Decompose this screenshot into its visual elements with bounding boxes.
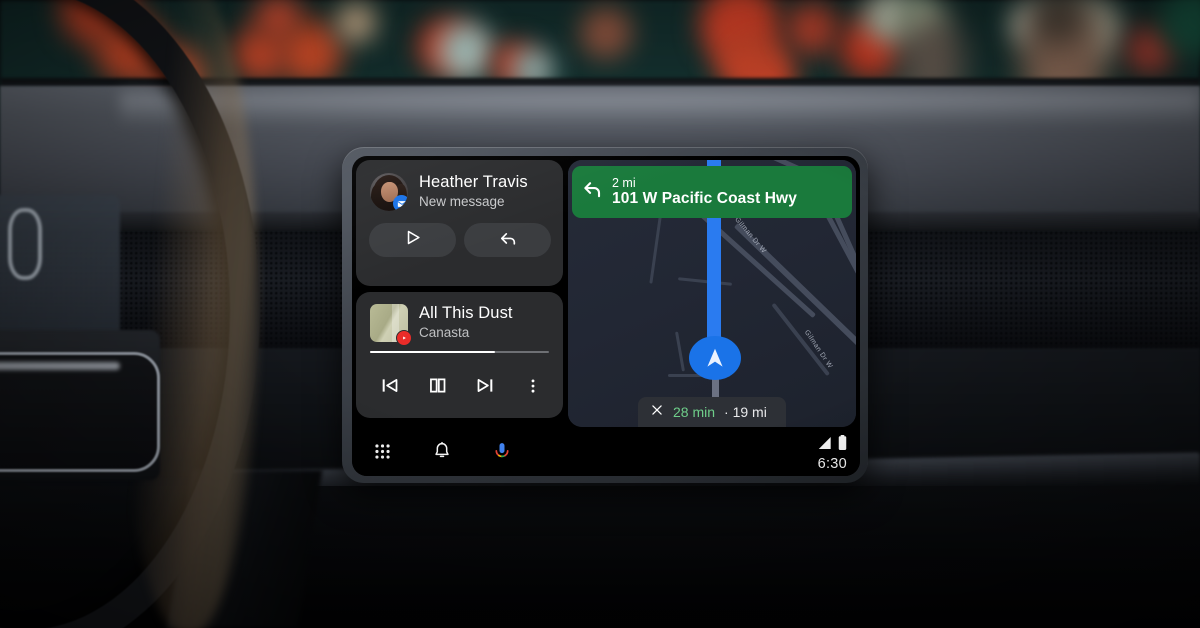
contact-photo [370, 173, 408, 211]
message-subtitle: New message [419, 194, 505, 210]
media-controls [372, 368, 550, 408]
steering-wheel-control-pad[interactable] [0, 352, 160, 472]
dashboard-highlight [120, 92, 1200, 126]
navigation-banner[interactable]: 2 mi 101 W Pacific Coast Hwy [572, 166, 852, 218]
message-envelope-icon [393, 195, 408, 211]
navigation-street: 101 W Pacific Coast Hwy [612, 189, 797, 207]
reply-arrow-icon [498, 228, 518, 253]
next-track-button[interactable] [468, 371, 502, 405]
bokeh-light [336, 2, 376, 42]
car-interior-scene: Heather Travis New message All This Dust… [0, 0, 1200, 628]
message-header: Heather Travis New message [370, 173, 528, 211]
steering-wheel-control-highlight [0, 362, 120, 370]
previous-track-button[interactable] [372, 371, 406, 405]
bokeh-light [232, 26, 288, 82]
track-artist: Canasta [419, 325, 470, 341]
battery-icon [838, 435, 847, 455]
background-figure [1030, 0, 1086, 44]
cellular-signal-icon [818, 436, 835, 455]
bokeh-light [438, 22, 494, 78]
playback-progress-bar[interactable] [370, 351, 549, 353]
grid-icon [373, 442, 392, 466]
microphone-icon [492, 441, 512, 466]
message-sender-name: Heather Travis [419, 173, 528, 192]
youtube-music-icon [396, 330, 412, 346]
status-bar: 6:30 [352, 431, 860, 476]
media-text-block: All This Dust Canasta [419, 304, 513, 341]
message-actions [369, 223, 551, 257]
status-bar-right: 6:30 [818, 435, 847, 472]
turn-left-icon [581, 178, 604, 206]
play-message-button[interactable] [369, 223, 456, 257]
reply-button[interactable] [464, 223, 551, 257]
playback-progress-fill [370, 351, 496, 353]
play-icon [403, 228, 422, 252]
bell-icon [432, 441, 452, 466]
app-grid-button[interactable] [369, 441, 395, 467]
bokeh-light [580, 6, 632, 58]
track-title: All This Dust [419, 304, 513, 323]
navigation-map[interactable]: Gilman Dr W Gilman Dr W 2 mi 101 W Pacif… [568, 160, 856, 427]
status-bar-left [369, 431, 515, 476]
skip-next-icon [475, 375, 496, 401]
eta-chip[interactable]: 28 min · 19 mi [638, 397, 786, 427]
close-icon[interactable] [650, 403, 664, 422]
skip-previous-icon [379, 375, 400, 401]
pause-icon [427, 375, 448, 401]
bokeh-light [786, 2, 838, 54]
status-bar-clock: 6:30 [817, 456, 847, 472]
media-overflow-button[interactable] [516, 371, 550, 405]
message-notification-card[interactable]: Heather Travis New message [356, 160, 563, 286]
media-player-card[interactable]: All This Dust Canasta [356, 292, 563, 418]
message-text-block: Heather Travis New message [419, 173, 528, 210]
eta-distance: · 19 mi [724, 404, 767, 420]
more-vertical-icon [524, 377, 542, 400]
navigation-arrow-icon [689, 336, 741, 380]
android-auto-screen[interactable]: Heather Travis New message All This Dust… [352, 156, 860, 476]
pause-button[interactable] [420, 371, 454, 405]
navigation-distance: 2 mi [612, 175, 636, 190]
navigation-text-block: 2 mi 101 W Pacific Coast Hwy [612, 176, 797, 209]
album-art [370, 304, 412, 346]
eta-duration: 28 min [673, 404, 716, 420]
steering-wheel-highlight [118, 0, 258, 628]
assistant-button[interactable] [489, 441, 515, 467]
notifications-button[interactable] [429, 441, 455, 467]
cards-column: Heather Travis New message All This Dust… [356, 160, 563, 427]
media-header: All This Dust Canasta [370, 304, 513, 346]
status-indicators [818, 435, 847, 455]
